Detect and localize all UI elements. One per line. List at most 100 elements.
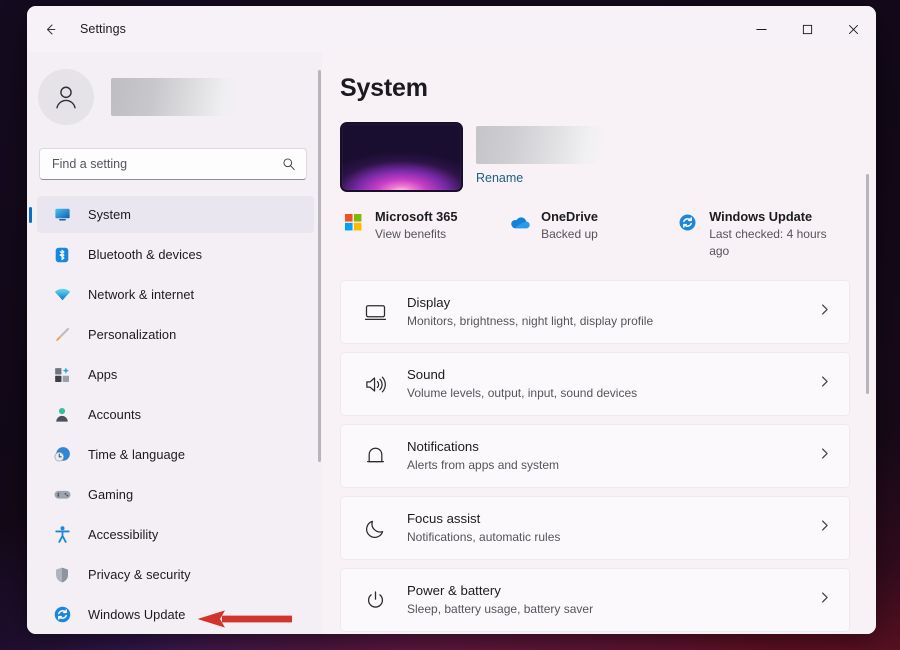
card-title: Display <box>407 294 818 312</box>
sidebar-item-network-internet[interactable]: Network & internet <box>37 276 314 313</box>
settings-card-power-battery[interactable]: Power & battery Sleep, battery usage, ba… <box>340 568 850 632</box>
status-sub: View benefits <box>375 226 458 243</box>
card-sub: Monitors, brightness, night light, displ… <box>407 313 818 330</box>
system-monitor-icon <box>51 205 73 225</box>
settings-window: Settings <box>27 6 876 634</box>
sidebar-nav-list: System Bluetooth & devices <box>37 196 322 633</box>
gamepad-icon <box>51 485 73 505</box>
onedrive-cloud-icon <box>508 211 530 233</box>
card-title: Notifications <box>407 438 818 456</box>
search-box[interactable] <box>39 148 307 180</box>
sidebar-item-label: Bluetooth & devices <box>88 247 202 262</box>
sidebar-item-accounts[interactable]: Accounts <box>37 396 314 433</box>
sidebar-item-system[interactable]: System <box>37 196 314 233</box>
card-title: Power & battery <box>407 582 818 600</box>
bluetooth-icon <box>51 245 73 265</box>
avatar[interactable] <box>38 69 94 125</box>
user-name-redacted <box>111 78 236 116</box>
chevron-right-icon <box>818 375 831 393</box>
windows-update-icon <box>676 211 698 233</box>
chevron-right-icon <box>818 447 831 465</box>
chevron-right-icon <box>818 519 831 537</box>
card-sub: Sleep, battery usage, battery saver <box>407 601 818 618</box>
close-icon <box>848 24 859 35</box>
page-title: System <box>340 74 846 103</box>
sidebar-item-label: Windows Update <box>88 607 185 622</box>
bell-icon <box>361 445 389 468</box>
sidebar-item-label: System <box>88 207 131 222</box>
sidebar-item-accessibility[interactable]: Accessibility <box>37 516 314 553</box>
settings-card-sound[interactable]: Sound Volume levels, output, input, soun… <box>340 352 850 416</box>
title-bar: Settings <box>27 6 876 52</box>
status-sub: Backed up <box>541 226 598 243</box>
apps-grid-icon <box>51 365 73 385</box>
person-avatar-icon <box>51 82 81 112</box>
main-scrollbar[interactable] <box>866 174 869 394</box>
sidebar-item-apps[interactable]: Apps <box>37 356 314 393</box>
account-person-icon <box>51 405 73 425</box>
status-sub: Last checked: 4 hours ago <box>709 226 846 260</box>
status-strip: Microsoft 365 View benefits OneDr <box>340 209 846 260</box>
sidebar-item-personalization[interactable]: Personalization <box>37 316 314 353</box>
search-icon[interactable] <box>282 157 296 171</box>
search-input[interactable] <box>52 157 282 171</box>
sidebar-item-bluetooth-devices[interactable]: Bluetooth & devices <box>37 236 314 273</box>
sidebar-item-gaming[interactable]: Gaming <box>37 476 314 513</box>
sidebar-item-label: Apps <box>88 367 117 382</box>
settings-card-display[interactable]: Display Monitors, brightness, night ligh… <box>340 280 850 344</box>
sidebar-scrollbar[interactable] <box>318 70 321 462</box>
moon-icon <box>361 517 389 540</box>
chevron-right-icon <box>818 303 831 321</box>
device-name-redacted <box>476 126 604 164</box>
clock-globe-icon <box>51 445 73 465</box>
back-arrow-icon <box>43 22 58 37</box>
card-sub: Alerts from apps and system <box>407 457 818 474</box>
chevron-right-icon <box>818 591 831 609</box>
status-title: Microsoft 365 <box>375 209 458 225</box>
settings-card-list: Display Monitors, brightness, night ligh… <box>340 280 846 632</box>
device-thumbnail-image <box>340 122 463 192</box>
sidebar-item-label: Gaming <box>88 487 133 502</box>
app-title: Settings <box>80 22 126 36</box>
card-sub: Volume levels, output, input, sound devi… <box>407 385 818 402</box>
wifi-icon <box>51 285 73 305</box>
card-title: Focus assist <box>407 510 818 528</box>
windows-update-icon <box>51 605 73 625</box>
card-sub: Notifications, automatic rules <box>407 529 818 546</box>
user-profile[interactable] <box>38 62 322 132</box>
speaker-icon <box>361 373 389 396</box>
microsoft-365-icon <box>342 211 364 233</box>
sidebar-item-time-language[interactable]: Time & language <box>37 436 314 473</box>
close-button[interactable] <box>830 6 876 52</box>
back-button[interactable] <box>33 14 67 44</box>
sidebar-item-label: Accounts <box>88 407 141 422</box>
window-controls <box>738 6 876 52</box>
sidebar-item-label: Network & internet <box>88 287 194 302</box>
maximize-button[interactable] <box>784 6 830 52</box>
status-title: OneDrive <box>541 209 598 225</box>
sidebar-item-privacy-security[interactable]: Privacy & security <box>37 556 314 593</box>
sidebar-item-label: Privacy & security <box>88 567 191 582</box>
shield-icon <box>51 565 73 585</box>
status-item-microsoft-365[interactable]: Microsoft 365 View benefits <box>342 209 508 260</box>
main-content: System Rename <box>322 52 876 634</box>
power-icon <box>361 589 389 612</box>
sidebar-item-label: Accessibility <box>88 527 158 542</box>
device-summary: Rename <box>340 122 846 192</box>
minimize-icon <box>756 24 767 35</box>
accessibility-icon <box>51 525 73 545</box>
rename-link[interactable]: Rename <box>476 171 523 185</box>
minimize-button[interactable] <box>738 6 784 52</box>
sidebar-item-label: Personalization <box>88 327 176 342</box>
paintbrush-icon <box>51 325 73 345</box>
settings-card-focus-assist[interactable]: Focus assist Notifications, automatic ru… <box>340 496 850 560</box>
monitor-icon <box>361 301 389 324</box>
sidebar: System Bluetooth & devices <box>27 52 322 634</box>
maximize-icon <box>802 24 813 35</box>
status-title: Windows Update <box>709 209 846 225</box>
status-item-onedrive[interactable]: OneDrive Backed up <box>508 209 676 260</box>
status-item-windows-update[interactable]: Windows Update Last checked: 4 hours ago <box>676 209 846 260</box>
device-meta: Rename <box>476 122 604 187</box>
sidebar-item-windows-update[interactable]: Windows Update <box>37 596 314 633</box>
settings-card-notifications[interactable]: Notifications Alerts from apps and syste… <box>340 424 850 488</box>
